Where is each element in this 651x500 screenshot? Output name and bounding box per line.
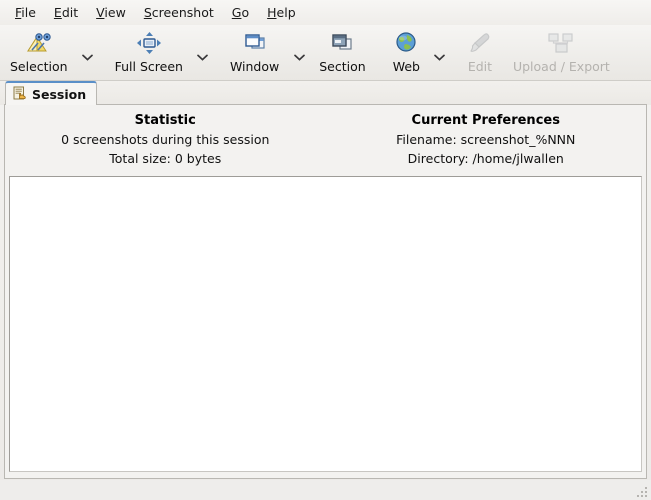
selection-label: Selection [10,59,68,74]
preferences-directory: Directory: /home/jlwallen [326,149,647,168]
window-icon [242,30,268,56]
tab-session-label: Session [32,87,86,102]
selection-icon [26,30,52,56]
menu-item-screenshot[interactable]: Screenshot [135,2,223,23]
toolbar-group-section: Section [309,26,375,79]
session-icon [13,86,27,103]
fullscreen-button[interactable]: Full Screen [105,26,193,79]
menu-item-view[interactable]: View [87,2,135,23]
toolbar-group-web: Web [383,26,450,79]
statistic-count: 0 screenshots during this session [5,130,326,149]
tab-strip: Session [0,81,651,105]
menu-item-file[interactable]: File [6,2,45,23]
section-label: Section [319,59,365,74]
chevron-down-icon [294,54,305,61]
selection-dropdown-arrow[interactable] [78,26,98,79]
toolbar-group-fullscreen: Full Screen [105,26,213,79]
preferences-column: Current Preferences Filename: screenshot… [326,111,647,168]
fullscreen-dropdown-arrow[interactable] [193,26,213,79]
window-button[interactable]: Window [220,26,289,79]
shutter-window: File Edit View Screenshot Go Help [0,0,651,500]
upload-export-button: Upload / Export [503,26,620,79]
fullscreen-icon [136,30,162,56]
web-dropdown-arrow[interactable] [430,26,450,79]
resize-grip-icon[interactable] [634,484,648,498]
toolbar-group-upload-export: Upload / Export [503,26,620,79]
chevron-down-icon [197,54,208,61]
selection-button[interactable]: Selection [0,26,78,79]
section-icon [329,30,355,56]
preferences-filename: Filename: screenshot_%NNN [326,130,647,149]
section-button[interactable]: Section [309,26,375,79]
menu-bar: File Edit View Screenshot Go Help [0,0,651,25]
edit-button: Edit [457,26,503,79]
screenshot-list-area[interactable] [9,176,642,472]
web-label: Web [393,59,420,74]
preferences-title: Current Preferences [326,111,647,130]
chevron-down-icon [434,54,445,61]
menu-item-go[interactable]: Go [223,2,258,23]
toolbar-group-window: Window [220,26,309,79]
paintbrush-icon [467,30,493,56]
window-dropdown-arrow[interactable] [289,26,309,79]
upload-export-label: Upload / Export [513,59,610,74]
toolbar-group-edit: Edit [457,26,503,79]
status-bar [0,480,651,500]
window-label: Window [230,59,279,74]
main-toolbar: Selection [0,25,651,81]
web-button[interactable]: Web [383,26,430,79]
statistic-total-size: Total size: 0 bytes [5,149,326,168]
menu-item-edit[interactable]: Edit [45,2,87,23]
fullscreen-label: Full Screen [115,59,183,74]
statistic-title: Statistic [5,111,326,130]
session-info-header: Statistic 0 screenshots during this sess… [5,105,646,176]
tab-session[interactable]: Session [5,81,97,105]
statistic-column: Statistic 0 screenshots during this sess… [5,111,326,168]
globe-icon [393,30,419,56]
edit-label: Edit [468,59,492,74]
toolbar-group-selection: Selection [0,26,98,79]
upload-export-icon [546,30,576,56]
chevron-down-icon [82,54,93,61]
menu-item-help[interactable]: Help [258,2,305,23]
session-panel: Statistic 0 screenshots during this sess… [4,104,647,479]
